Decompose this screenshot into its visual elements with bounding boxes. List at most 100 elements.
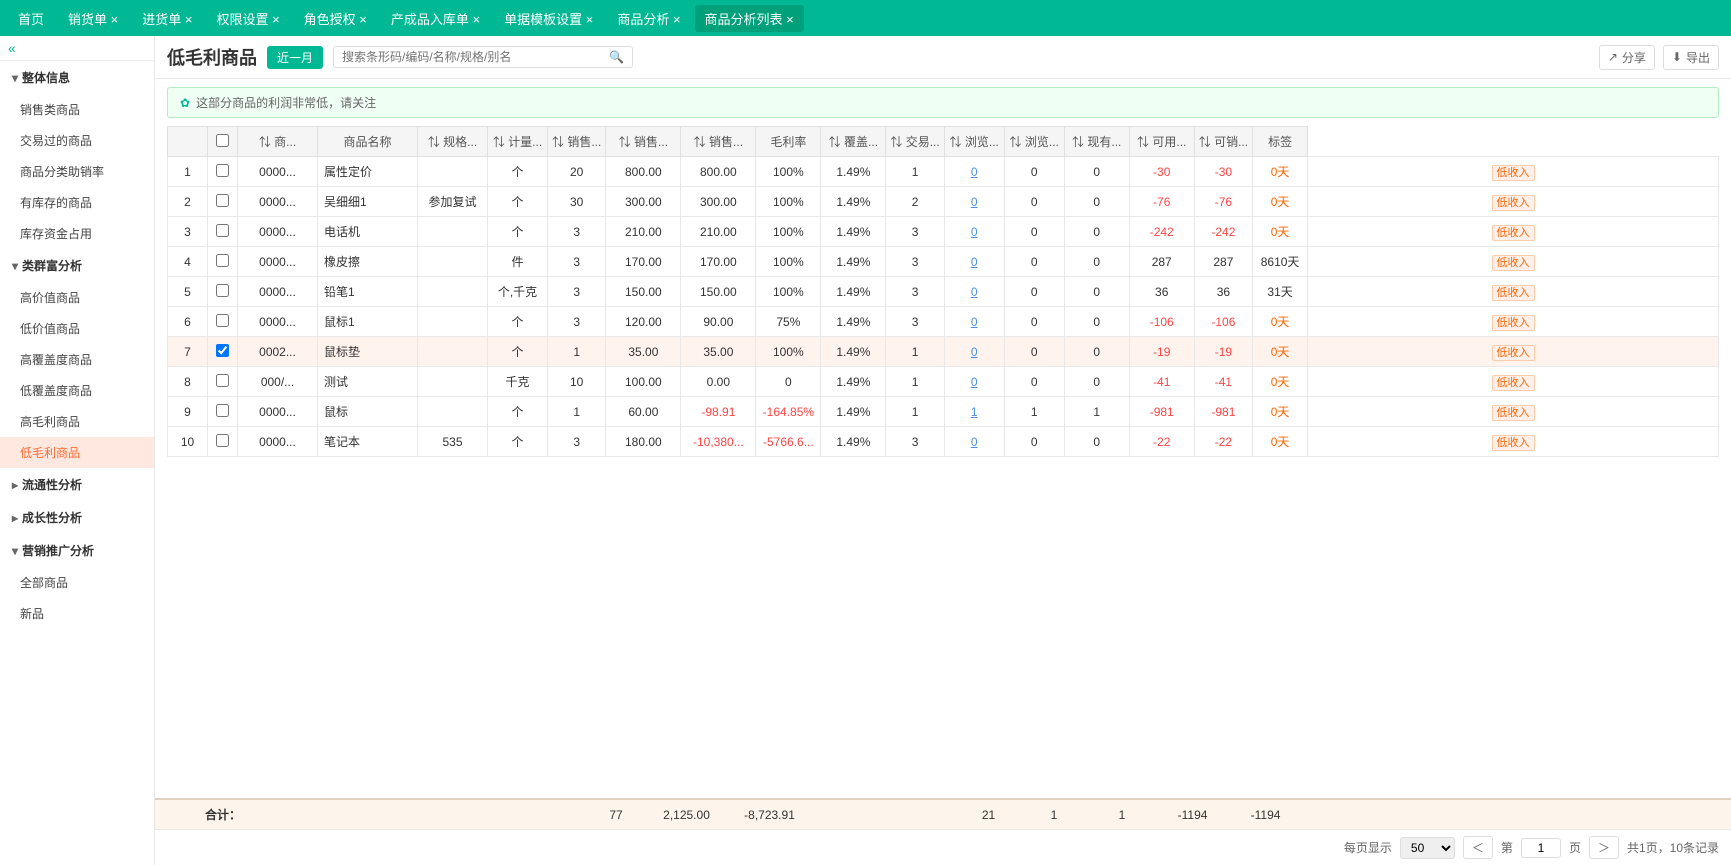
cell-qty: 10 bbox=[548, 367, 606, 397]
data-table-container[interactable]: ⇅ 商... 商品名称 ⇅ 规格... ⇅ 计量... ⇅ 销售... bbox=[167, 126, 1719, 798]
sidebar-item-traded-products[interactable]: 交易过的商品 bbox=[0, 125, 154, 156]
row-checkbox[interactable] bbox=[216, 434, 229, 447]
prev-page-button[interactable]: ＜ bbox=[1463, 836, 1493, 859]
cell-spec bbox=[418, 277, 488, 307]
sidebar-item-new-products[interactable]: 新品 bbox=[0, 598, 154, 629]
nav-role[interactable]: 角色授权 × bbox=[294, 5, 377, 32]
sidebar-collapse-btn[interactable]: « bbox=[8, 40, 16, 56]
filter-period-button[interactable]: 近一月 bbox=[267, 46, 323, 69]
th-days[interactable]: ⇅ 可销... bbox=[1194, 127, 1252, 157]
th-sales-price2[interactable]: ⇅ 销售... bbox=[681, 127, 756, 157]
th-sales-qty[interactable]: ⇅ 销售... bbox=[548, 127, 606, 157]
cell-trade[interactable]: 0 bbox=[944, 187, 1004, 217]
sidebar-item-all-products[interactable]: 全部商品 bbox=[0, 567, 154, 598]
nav-analysis-list[interactable]: 商品分析列表 × bbox=[695, 5, 804, 32]
th-trade[interactable]: ⇅ 交易... bbox=[886, 127, 944, 157]
nav-purchase[interactable]: 进货单 × bbox=[132, 5, 202, 32]
th-coverage[interactable]: ⇅ 覆盖... bbox=[821, 127, 886, 157]
th-margin-rate[interactable]: 毛利率 bbox=[756, 127, 821, 157]
th-name[interactable]: 商品名称 bbox=[318, 127, 418, 157]
cell-trade[interactable]: 0 bbox=[944, 337, 1004, 367]
search-input[interactable] bbox=[342, 50, 603, 64]
cell-price2: -98.91 bbox=[681, 397, 756, 427]
cell-days: 8610天 bbox=[1253, 247, 1308, 277]
cell-trade[interactable]: 0 bbox=[944, 277, 1004, 307]
cell-trade[interactable]: 0 bbox=[944, 247, 1004, 277]
nav-sales[interactable]: 销货单 × bbox=[58, 5, 128, 32]
cell-checkbox[interactable] bbox=[208, 277, 238, 307]
sidebar-group-flow[interactable]: ▸ 流通性分析 bbox=[0, 468, 154, 501]
cell-margin: 1.49% bbox=[821, 217, 886, 247]
nav-analysis[interactable]: 商品分析 × bbox=[607, 5, 690, 32]
page-input[interactable] bbox=[1521, 838, 1561, 858]
row-checkbox[interactable] bbox=[216, 254, 229, 267]
th-unit[interactable]: ⇅ 计量... bbox=[488, 127, 548, 157]
export-button[interactable]: ⬇ 导出 bbox=[1663, 45, 1719, 70]
sidebar-item-stocked[interactable]: 有库存的商品 bbox=[0, 187, 154, 218]
th-code[interactable]: ⇅ 商... bbox=[238, 127, 318, 157]
th-browse2[interactable]: ⇅ 浏览... bbox=[1004, 127, 1064, 157]
per-page-select[interactable]: 50 100 200 bbox=[1400, 837, 1455, 859]
th-browse1[interactable]: ⇅ 浏览... bbox=[944, 127, 1004, 157]
sidebar-group-cluster[interactable]: ▾ 类群富分析 bbox=[0, 249, 154, 282]
nav-permission[interactable]: 权限设置 × bbox=[206, 5, 289, 32]
cell-trade[interactable]: 0 bbox=[944, 427, 1004, 457]
sidebar-item-high-coverage[interactable]: 高覆盖度商品 bbox=[0, 344, 154, 375]
search-box[interactable]: 🔍 bbox=[333, 46, 633, 68]
cell-trade[interactable]: 1 bbox=[944, 397, 1004, 427]
sidebar-group-marketing[interactable]: ▾ 营销推广分析 bbox=[0, 534, 154, 567]
row-checkbox[interactable] bbox=[216, 284, 229, 297]
sidebar-group-overall[interactable]: ▾ 整体信息 bbox=[0, 61, 154, 94]
sidebar-item-category-rate[interactable]: 商品分类助销率 bbox=[0, 156, 154, 187]
th-checkbox[interactable] bbox=[208, 127, 238, 157]
nav-template[interactable]: 单据模板设置 × bbox=[494, 5, 603, 32]
row-checkbox[interactable] bbox=[216, 194, 229, 207]
row-checkbox[interactable] bbox=[216, 404, 229, 417]
row-checkbox[interactable] bbox=[216, 374, 229, 387]
row-checkbox[interactable] bbox=[216, 314, 229, 327]
cell-checkbox[interactable] bbox=[208, 157, 238, 187]
th-spec[interactable]: ⇅ 规格... bbox=[418, 127, 488, 157]
cell-avail: -22 bbox=[1194, 427, 1252, 457]
th-sales-price1[interactable]: ⇅ 销售... bbox=[606, 127, 681, 157]
th-avail[interactable]: ⇅ 可用... bbox=[1129, 127, 1194, 157]
table-row: 5 0000... 铅笔1 个,千克 3 150.00 150.00 100% … bbox=[168, 277, 1719, 307]
cell-trade[interactable]: 0 bbox=[944, 217, 1004, 247]
cell-checkbox[interactable] bbox=[208, 427, 238, 457]
cell-trade[interactable]: 0 bbox=[944, 367, 1004, 397]
next-page-button[interactable]: ＞ bbox=[1589, 836, 1619, 859]
sidebar-item-capital[interactable]: 库存资金占用 bbox=[0, 218, 154, 249]
sidebar-item-high-value[interactable]: 高价值商品 bbox=[0, 282, 154, 313]
nav-home[interactable]: 首页 bbox=[8, 5, 54, 32]
sidebar-item-low-coverage[interactable]: 低覆盖度商品 bbox=[0, 375, 154, 406]
sidebar-item-low-value[interactable]: 低价值商品 bbox=[0, 313, 154, 344]
cell-coverage: 3 bbox=[886, 217, 944, 247]
row-checkbox[interactable] bbox=[216, 164, 229, 177]
row-checkbox[interactable] bbox=[216, 224, 229, 237]
cell-trade[interactable]: 0 bbox=[944, 157, 1004, 187]
cell-checkbox[interactable] bbox=[208, 397, 238, 427]
cell-browse2: 0 bbox=[1064, 427, 1129, 457]
select-all-checkbox[interactable] bbox=[216, 134, 229, 147]
sort-icon-trade: ⇅ bbox=[890, 135, 902, 149]
sidebar-group-growth[interactable]: ▸ 成长性分析 bbox=[0, 501, 154, 534]
cell-days: 0天 bbox=[1253, 367, 1308, 397]
cell-checkbox[interactable] bbox=[208, 247, 238, 277]
cell-checkbox[interactable] bbox=[208, 307, 238, 337]
cell-checkbox[interactable] bbox=[208, 337, 238, 367]
sidebar-item-low-margin[interactable]: 低毛利商品 bbox=[0, 437, 154, 468]
sidebar-item-sales-products[interactable]: 销售类商品 bbox=[0, 94, 154, 125]
share-button[interactable]: ↗ 分享 bbox=[1599, 45, 1655, 70]
cell-qty: 3 bbox=[548, 217, 606, 247]
th-stock[interactable]: ⇅ 现有... bbox=[1064, 127, 1129, 157]
cell-checkbox[interactable] bbox=[208, 367, 238, 397]
cell-price2: 300.00 bbox=[681, 187, 756, 217]
cell-trade[interactable]: 0 bbox=[944, 307, 1004, 337]
sidebar-item-high-margin[interactable]: 高毛利商品 bbox=[0, 406, 154, 437]
cell-checkbox[interactable] bbox=[208, 217, 238, 247]
total-pages-label: 页 bbox=[1569, 839, 1581, 856]
row-checkbox[interactable] bbox=[216, 344, 229, 357]
nav-product-entry[interactable]: 产成品入库单 × bbox=[381, 5, 490, 32]
cell-checkbox[interactable] bbox=[208, 187, 238, 217]
arrow-icon-3: ▸ bbox=[12, 478, 18, 492]
